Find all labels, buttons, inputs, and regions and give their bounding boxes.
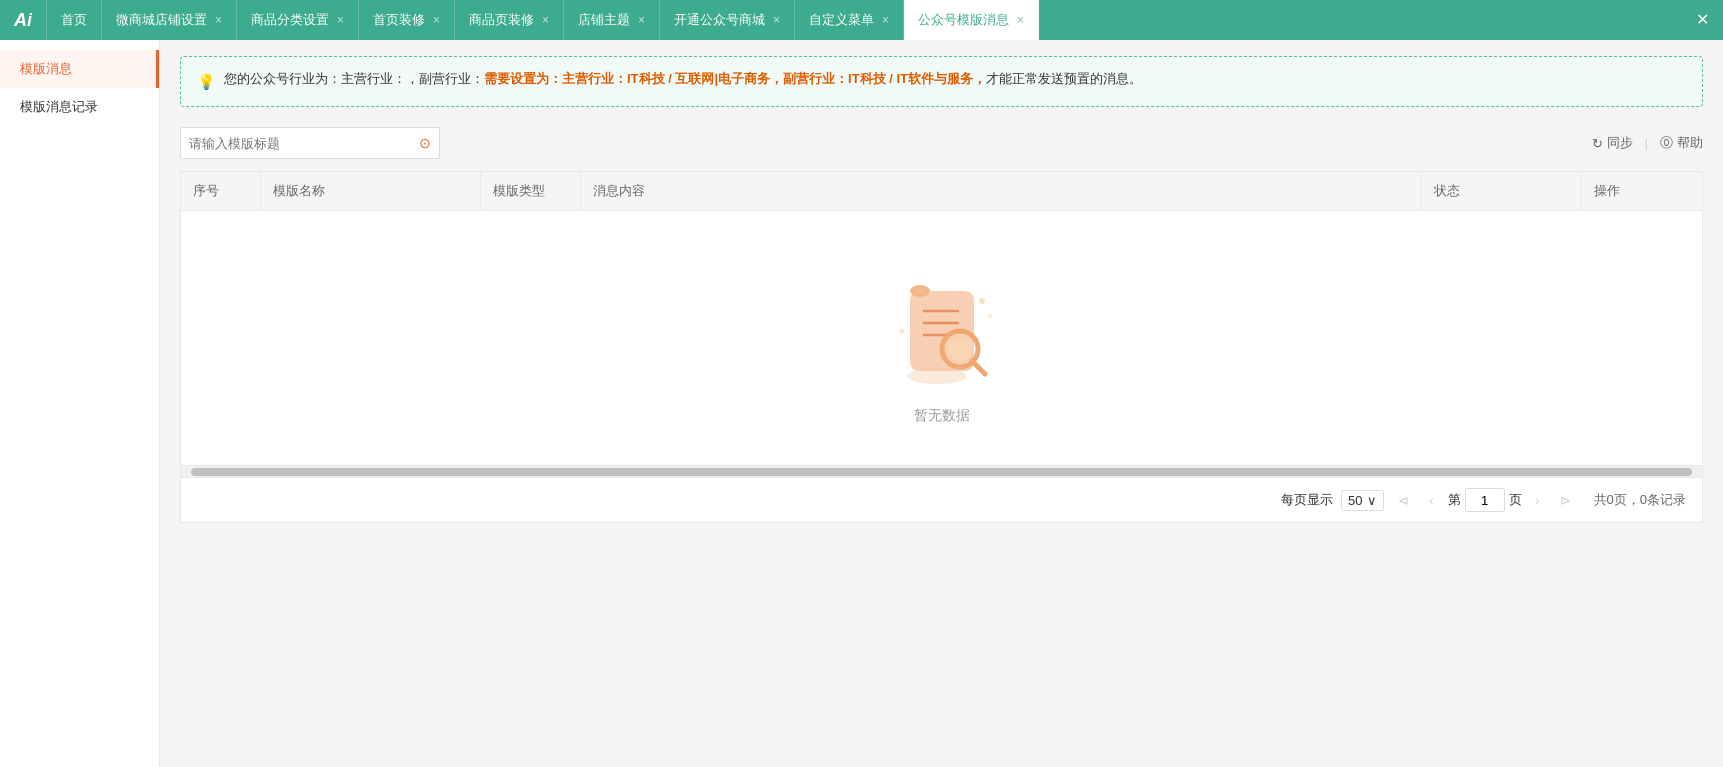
col-header-action: 操作 xyxy=(1582,172,1702,210)
pagination: 每页显示 50 ∨ ⊲ ‹ 第 页 › ⊳ 共0页，0条记录 xyxy=(181,477,1702,522)
tab-close-category-setting[interactable]: × xyxy=(337,13,344,27)
empty-state: 暂无数据 xyxy=(181,211,1702,465)
search-input[interactable] xyxy=(189,136,419,151)
tab-shop-setting[interactable]: 微商城店铺设置 × xyxy=(102,0,237,40)
tab-open-mall[interactable]: 开通公众号商城 × xyxy=(660,0,795,40)
col-header-seq: 序号 xyxy=(181,172,261,210)
tab-close-shop-theme[interactable]: × xyxy=(638,13,645,27)
tab-home-decor[interactable]: 首页装修 × xyxy=(359,0,455,40)
toolbar-right: ↻ 同步 | ⓪ 帮助 xyxy=(1592,134,1703,152)
svg-point-10 xyxy=(899,329,904,334)
sync-button[interactable]: ↻ 同步 xyxy=(1592,134,1633,152)
last-page-button[interactable]: ⊳ xyxy=(1554,488,1578,512)
tab-label-home: 首页 xyxy=(61,11,87,29)
sidebar: 模版消息模版消息记录 xyxy=(0,40,160,767)
tab-home[interactable]: 首页 xyxy=(47,0,102,40)
tab-close-shop-setting[interactable]: × xyxy=(215,13,222,27)
prev-page-button[interactable]: ‹ xyxy=(1420,488,1444,512)
tab-product-decor[interactable]: 商品页装修 × xyxy=(455,0,564,40)
tab-close-template-msg[interactable]: × xyxy=(1017,13,1024,27)
sidebar-item-template-message-log[interactable]: 模版消息记录 xyxy=(0,88,159,126)
page-navigation: ⊲ ‹ 第 页 › ⊳ xyxy=(1392,488,1578,512)
page-size-value: 50 xyxy=(1348,493,1362,508)
main-layout: 模版消息模版消息记录 💡 您的公众号行业为：主营行业：，副营行业：需要设置为：主… xyxy=(0,40,1723,767)
tab-label-custom-menu: 自定义菜单 xyxy=(809,11,874,29)
table-header: 序号 模版名称 模版类型 消息内容 状态 操作 xyxy=(181,172,1702,211)
tab-label-shop-theme: 店铺主题 xyxy=(578,11,630,29)
svg-point-1 xyxy=(910,285,930,297)
help-label: 帮助 xyxy=(1677,134,1703,152)
help-button[interactable]: ⓪ 帮助 xyxy=(1660,134,1703,152)
tab-close-open-mall[interactable]: × xyxy=(773,13,780,27)
tab-template-msg[interactable]: 公众号模版消息 × xyxy=(904,0,1039,40)
svg-point-9 xyxy=(988,314,992,318)
tab-label-home-decor: 首页装修 xyxy=(373,11,425,29)
empty-text: 暂无数据 xyxy=(914,407,970,425)
notice-highlight: 需要设置为：主营行业：IT科技 / 互联网|电子商务，副营行业：IT科技 / I… xyxy=(484,71,986,86)
top-nav: Ai 首页微商城店铺设置×商品分类设置×首页装修×商品页装修×店铺主题×开通公众… xyxy=(0,0,1723,40)
col-header-content: 消息内容 xyxy=(581,172,1422,210)
tab-label-category-setting: 商品分类设置 xyxy=(251,11,329,29)
horizontal-scrollbar[interactable] xyxy=(181,465,1702,477)
total-records: 共0页，0条记录 xyxy=(1594,491,1686,509)
search-row: ⊙ ↻ 同步 | ⓪ 帮助 xyxy=(180,127,1703,159)
notice-banner: 💡 您的公众号行业为：主营行业：，副营行业：需要设置为：主营行业：IT科技 / … xyxy=(180,56,1703,107)
tab-label-product-decor: 商品页装修 xyxy=(469,11,534,29)
search-input-wrap: ⊙ xyxy=(180,127,440,159)
sidebar-item-template-message[interactable]: 模版消息 xyxy=(0,50,159,88)
tab-label-shop-setting: 微商城店铺设置 xyxy=(116,11,207,29)
tab-shop-theme[interactable]: 店铺主题 × xyxy=(564,0,660,40)
data-table: 序号 模版名称 模版类型 消息内容 状态 操作 xyxy=(180,171,1703,523)
empty-illustration xyxy=(882,271,1002,391)
svg-line-7 xyxy=(972,361,985,374)
col-header-status: 状态 xyxy=(1422,172,1582,210)
notice-icon: 💡 xyxy=(197,70,216,94)
next-page-button[interactable]: › xyxy=(1526,488,1550,512)
tab-close-home-decor[interactable]: × xyxy=(433,13,440,27)
help-icon: ⓪ xyxy=(1660,134,1673,152)
col-header-type: 模版类型 xyxy=(481,172,581,210)
svg-point-6 xyxy=(948,337,972,361)
page-size-label: 每页显示 xyxy=(1281,491,1333,509)
app-logo: Ai xyxy=(0,0,47,40)
chevron-down-icon: ∨ xyxy=(1367,493,1377,508)
tab-category-setting[interactable]: 商品分类设置 × xyxy=(237,0,359,40)
scrollbar-thumb[interactable] xyxy=(191,468,1692,476)
page-input[interactable] xyxy=(1465,488,1505,512)
sync-label: 同步 xyxy=(1607,134,1633,152)
page-suffix: 页 xyxy=(1509,491,1522,509)
tab-label-open-mall: 开通公众号商城 xyxy=(674,11,765,29)
page-size-select[interactable]: 50 ∨ xyxy=(1341,490,1383,511)
notice-text: 您的公众号行业为：主营行业：，副营行业：需要设置为：主营行业：IT科技 / 互联… xyxy=(224,69,1142,90)
col-header-name: 模版名称 xyxy=(261,172,481,210)
first-page-button[interactable]: ⊲ xyxy=(1392,488,1416,512)
window-close-button[interactable]: ✕ xyxy=(1682,0,1723,40)
tab-custom-menu[interactable]: 自定义菜单 × xyxy=(795,0,904,40)
content-area: 💡 您的公众号行业为：主营行业：，副营行业：需要设置为：主营行业：IT科技 / … xyxy=(160,40,1723,767)
search-icon[interactable]: ⊙ xyxy=(419,135,431,151)
page-label: 第 xyxy=(1448,491,1461,509)
tab-close-product-decor[interactable]: × xyxy=(542,13,549,27)
sync-icon: ↻ xyxy=(1592,136,1603,151)
tab-label-template-msg: 公众号模版消息 xyxy=(918,11,1009,29)
toolbar-divider: | xyxy=(1645,136,1648,151)
tab-close-custom-menu[interactable]: × xyxy=(882,13,889,27)
svg-point-8 xyxy=(979,298,985,304)
